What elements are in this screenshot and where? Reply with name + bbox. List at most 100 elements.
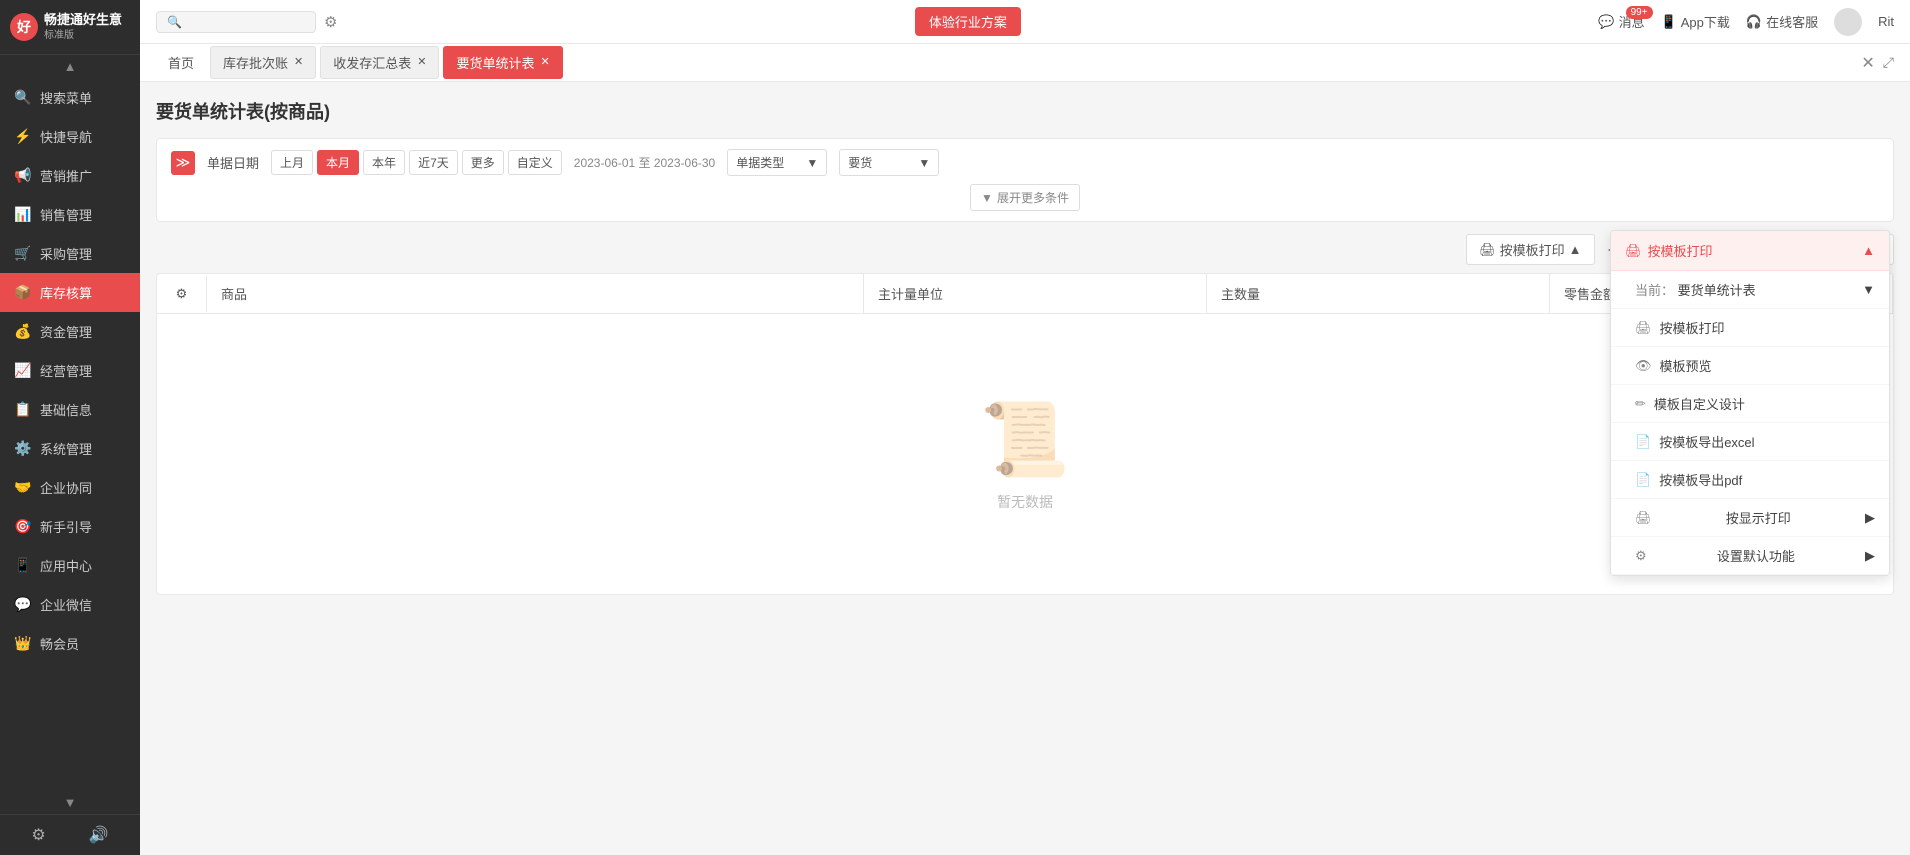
topbar-search-icon: 🔍	[167, 15, 182, 29]
tabbar-expand-icon[interactable]: ⤢	[1883, 54, 1894, 71]
sidebar-item-quick-nav[interactable]: ⚡ 快捷导航	[0, 117, 140, 156]
sidebar-item-search[interactable]: 🔍 搜索菜单	[0, 78, 140, 117]
message-badge: 99+	[1626, 6, 1653, 19]
sidebar-item-base[interactable]: 📋 基础信息	[0, 390, 140, 429]
sidebar-item-inventory[interactable]: 📦 库存核算	[0, 273, 140, 312]
order-type-select[interactable]: 单据类型 ▼	[727, 149, 827, 176]
topbar-app-download[interactable]: 📱 App下载	[1661, 12, 1730, 31]
tab-close-order-stat[interactable]: ✕	[541, 57, 550, 68]
dropdown-item-template-preview[interactable]: 👁 模板预览	[1611, 347, 1889, 385]
current-template-chevron[interactable]: ▼	[1862, 282, 1875, 297]
date-btn-this-year[interactable]: 本年	[363, 150, 405, 175]
template-custom-label: 模板自定义设计	[1654, 394, 1875, 413]
sidebar-scroll-down[interactable]: ▼	[0, 791, 140, 814]
current-template-row: 当前： 要货单统计表 ▼	[1611, 271, 1889, 309]
dropdown-item-display-print[interactable]: 🖨 按显示打印 ▶	[1611, 499, 1889, 537]
logo-icon: 好	[10, 13, 38, 41]
topbar-gear-icon[interactable]: ⚙	[324, 13, 337, 31]
template-print-label: 按模板打印	[1660, 318, 1875, 337]
sidebar-item-label: 企业协同	[40, 478, 92, 497]
trial-button[interactable]: 体验行业方案	[915, 7, 1021, 36]
member-icon: 👑	[14, 634, 32, 652]
print-template-dropdown: 🖨 按模板打印 ▲ 当前： 要货单统计表 ▼ 🖨 按模板打印 👁	[1610, 230, 1890, 576]
marketing-icon: 📢	[14, 166, 32, 184]
sidebar-item-label: 应用中心	[40, 556, 92, 575]
date-btn-this-month[interactable]: 本月	[317, 150, 359, 175]
dropdown-item-template-custom[interactable]: ✏ 模板自定义设计	[1611, 385, 1889, 423]
user-avatar[interactable]	[1834, 8, 1862, 36]
dropdown-item-export-pdf[interactable]: 📄 按模板导出pdf	[1611, 461, 1889, 499]
current-template-value: 要货单统计表	[1678, 283, 1756, 298]
tabbar-right-controls: ✕ ⤢	[1861, 53, 1894, 73]
sidebar-item-collab[interactable]: 🤝 企业协同	[0, 468, 140, 507]
filter-row: ≫ 单据日期 上月 本月 本年 近7天 更多 自定义 2023-06-01 至 …	[171, 149, 1879, 176]
expand-more-btn[interactable]: ▼ 展开更多条件	[970, 184, 1080, 211]
sidebar-nav: 🔍 搜索菜单 ⚡ 快捷导航 📢 营销推广 📊 销售管理 🛒 采购管理 📦 库存核…	[0, 78, 140, 791]
date-btn-more[interactable]: 更多	[462, 150, 504, 175]
date-btn-7days[interactable]: 近7天	[409, 150, 458, 175]
service-icon: 🎧	[1746, 14, 1762, 30]
base-icon: 📋	[14, 400, 32, 418]
sidebar-item-finance[interactable]: 💰 资金管理	[0, 312, 140, 351]
date-btn-custom[interactable]: 自定义	[508, 150, 562, 175]
dropdown-item-template-print[interactable]: 🖨 按模板打印	[1611, 309, 1889, 347]
topbar-customer-service[interactable]: 🎧 在线客服	[1746, 12, 1818, 31]
date-btn-last-month[interactable]: 上月	[271, 150, 313, 175]
sidebar-item-guide[interactable]: 🎯 新手引导	[0, 507, 140, 546]
sidebar-item-label: 基础信息	[40, 400, 92, 419]
sidebar-item-marketing[interactable]: 📢 营销推广	[0, 156, 140, 195]
tab-receivable-summary[interactable]: 收发存汇总表 ✕	[320, 46, 439, 79]
tab-close-receivable[interactable]: ✕	[417, 57, 426, 68]
tab-inventory-batch[interactable]: 库存批次账 ✕	[210, 46, 316, 79]
col-settings[interactable]: ⚙	[157, 276, 207, 312]
dropdown-item-set-default[interactable]: ⚙ 设置默认功能 ▶	[1611, 537, 1889, 575]
collab-icon: 🤝	[14, 478, 32, 496]
sidebar-item-label: 企业微信	[40, 595, 92, 614]
sidebar-item-label: 资金管理	[40, 322, 92, 341]
system-icon: ⚙️	[14, 439, 32, 457]
sidebar-item-label: 系统管理	[40, 439, 92, 458]
sidebar-item-appstore[interactable]: 📱 应用中心	[0, 546, 140, 585]
tab-close-inventory-batch[interactable]: ✕	[294, 57, 303, 68]
template-preview-icon: 👁	[1635, 358, 1652, 374]
sidebar-scroll-up[interactable]: ▲	[0, 55, 140, 78]
dropdown-title-area: 🖨 按模板打印	[1625, 241, 1713, 260]
settings-bottom-icon[interactable]: ⚙	[31, 825, 45, 845]
finance-icon: 💰	[14, 322, 32, 340]
sidebar-item-label: 搜索菜单	[40, 88, 92, 107]
filter-bar: ≫ 单据日期 上月 本月 本年 近7天 更多 自定义 2023-06-01 至 …	[156, 138, 1894, 222]
purchase-icon: 🛒	[14, 244, 32, 262]
operation-icon: 📈	[14, 361, 32, 379]
expand-more-icon: ▼	[981, 191, 993, 205]
sound-bottom-icon[interactable]: 🔊	[89, 825, 109, 845]
tab-home[interactable]: 首页	[156, 47, 206, 78]
sidebar-item-member[interactable]: 👑 畅会员	[0, 624, 140, 663]
col-product: 商品	[207, 274, 864, 313]
inventory-icon: 📦	[14, 283, 32, 301]
tabbar-close-all-icon[interactable]: ✕	[1861, 53, 1874, 73]
sidebar-item-operation[interactable]: 📈 经营管理	[0, 351, 140, 390]
tab-order-stat[interactable]: 要货单统计表 ✕	[443, 46, 562, 79]
filter-toggle-btn[interactable]: ≫	[171, 151, 195, 175]
sidebar-item-wechat[interactable]: 💬 企业微信	[0, 585, 140, 624]
dropdown-item-export-excel[interactable]: 📄 按模板导出excel	[1611, 423, 1889, 461]
yh-filter-select[interactable]: 要货 ▼	[839, 149, 939, 176]
sidebar-item-sales[interactable]: 📊 销售管理	[0, 195, 140, 234]
username-label[interactable]: Rit	[1878, 14, 1894, 29]
topbar-search[interactable]: 🔍	[156, 11, 316, 33]
set-default-icon: ⚙	[1635, 548, 1647, 564]
print-template-btn[interactable]: 🖨 按模板打印 ▲	[1466, 234, 1594, 265]
page-title: 要货单统计表(按商品)	[156, 98, 1894, 124]
export-pdf-label: 按模板导出pdf	[1659, 470, 1875, 489]
sidebar-item-system[interactable]: ⚙️ 系统管理	[0, 429, 140, 468]
col-quantity: 主数量	[1207, 274, 1550, 313]
sidebar-item-label: 库存核算	[40, 283, 92, 302]
sidebar-item-purchase[interactable]: 🛒 采购管理	[0, 234, 140, 273]
brand-name: 畅捷通好生意	[44, 12, 122, 29]
dropdown-collapse-icon[interactable]: ▲	[1862, 243, 1875, 258]
date-filter-label: 单据日期	[207, 153, 259, 172]
topbar-messages[interactable]: 💬 消息 99+	[1598, 12, 1644, 31]
sidebar-item-label: 采购管理	[40, 244, 92, 263]
message-icon: 💬	[1598, 14, 1614, 30]
template-print-icon: 🖨	[1635, 320, 1652, 336]
